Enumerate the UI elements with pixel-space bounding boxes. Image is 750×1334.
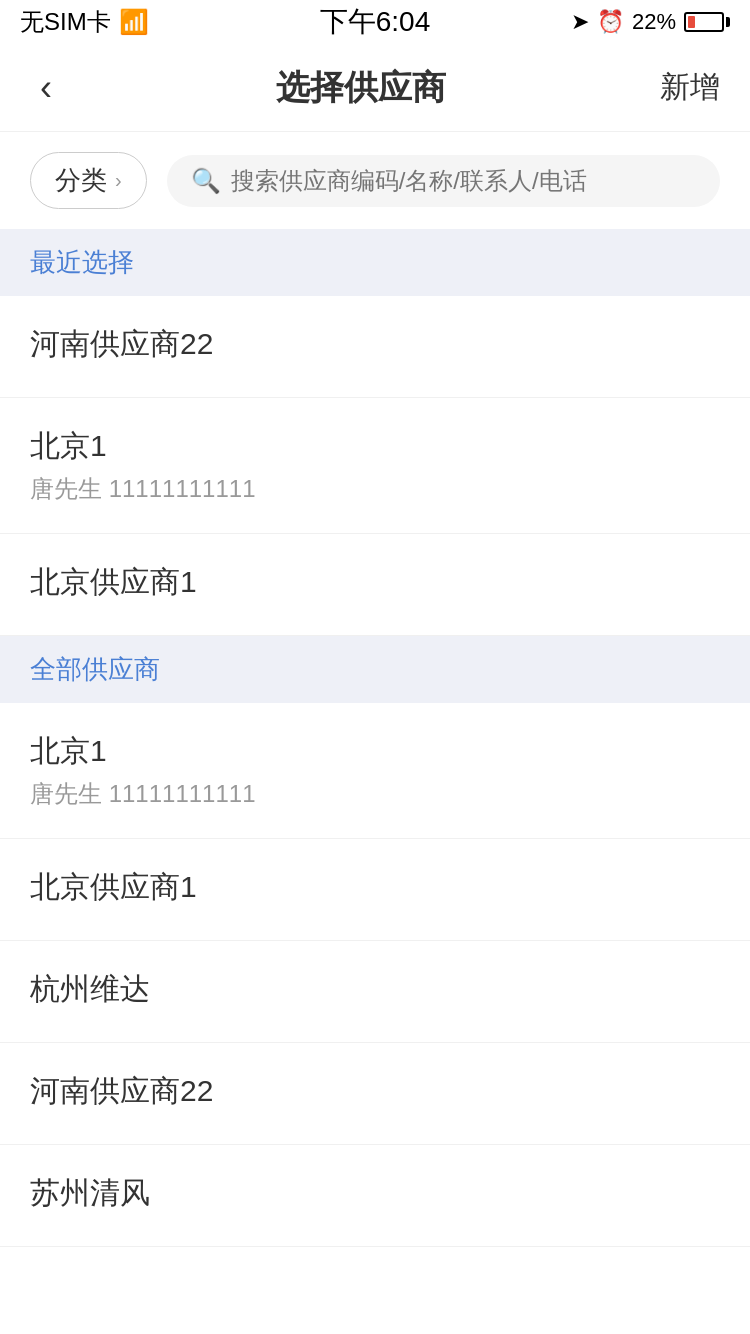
list-item[interactable]: 杭州维达 [0,941,750,1043]
item-name: 杭州维达 [30,969,720,1010]
list-item[interactable]: 河南供应商22 [0,296,750,398]
category-filter-button[interactable]: 分类 › [30,152,147,209]
wifi-icon: 📶 [119,8,149,36]
search-input[interactable] [231,167,696,195]
list-item[interactable]: 北京供应商1 [0,534,750,636]
search-icon: 🔍 [191,167,221,195]
all-list: 北京1 唐先生 11111111111 北京供应商1 杭州维达河南供应商22 苏州清风 [0,703,750,1247]
item-name: 北京1 [30,426,720,467]
status-bar: 无SIM卡 📶 下午6:04 ➤ ⏰ 22% [0,0,750,44]
navigation-bar: ‹ 选择供应商 新增 [0,44,750,132]
item-name: 北京供应商1 [30,562,720,603]
location-icon: ➤ [571,9,589,35]
recent-section-label: 最近选择 [30,247,134,277]
item-name: 河南供应商22 [30,1071,720,1112]
all-section-label: 全部供应商 [30,654,160,684]
list-item[interactable]: 北京供应商1 [0,839,750,941]
list-item[interactable]: 苏州清风 [0,1145,750,1247]
carrier-text: 无SIM卡 [20,6,111,38]
add-button[interactable]: 新增 [660,67,720,108]
status-time: 下午6:04 [320,3,431,41]
item-name: 北京1 [30,731,720,772]
category-label: 分类 [55,163,107,198]
item-sub: 唐先生 11111111111 [30,473,720,505]
list-item[interactable]: 北京1 唐先生 11111111111 [0,398,750,534]
list-item[interactable]: 河南供应商22 [0,1043,750,1145]
search-box[interactable]: 🔍 [167,155,720,207]
item-name: 北京供应商1 [30,867,720,908]
back-button[interactable]: ‹ [30,57,62,119]
all-section-header: 全部供应商 [0,636,750,703]
recent-section-header: 最近选择 [0,229,750,296]
item-sub: 唐先生 11111111111 [30,778,720,810]
page-title: 选择供应商 [276,65,446,111]
list-item[interactable]: 北京1 唐先生 11111111111 [0,703,750,839]
item-name: 河南供应商22 [30,324,720,365]
item-name: 苏州清风 [30,1173,720,1214]
status-left: 无SIM卡 📶 [20,6,149,38]
status-right: ➤ ⏰ 22% [571,9,730,35]
recent-list: 河南供应商22 北京1 唐先生 11111111111 北京供应商1 [0,296,750,636]
battery-indicator [684,12,730,32]
chevron-right-icon: › [115,169,122,192]
battery-text: 22% [632,9,676,35]
alarm-icon: ⏰ [597,9,624,35]
filter-bar: 分类 › 🔍 [0,132,750,229]
